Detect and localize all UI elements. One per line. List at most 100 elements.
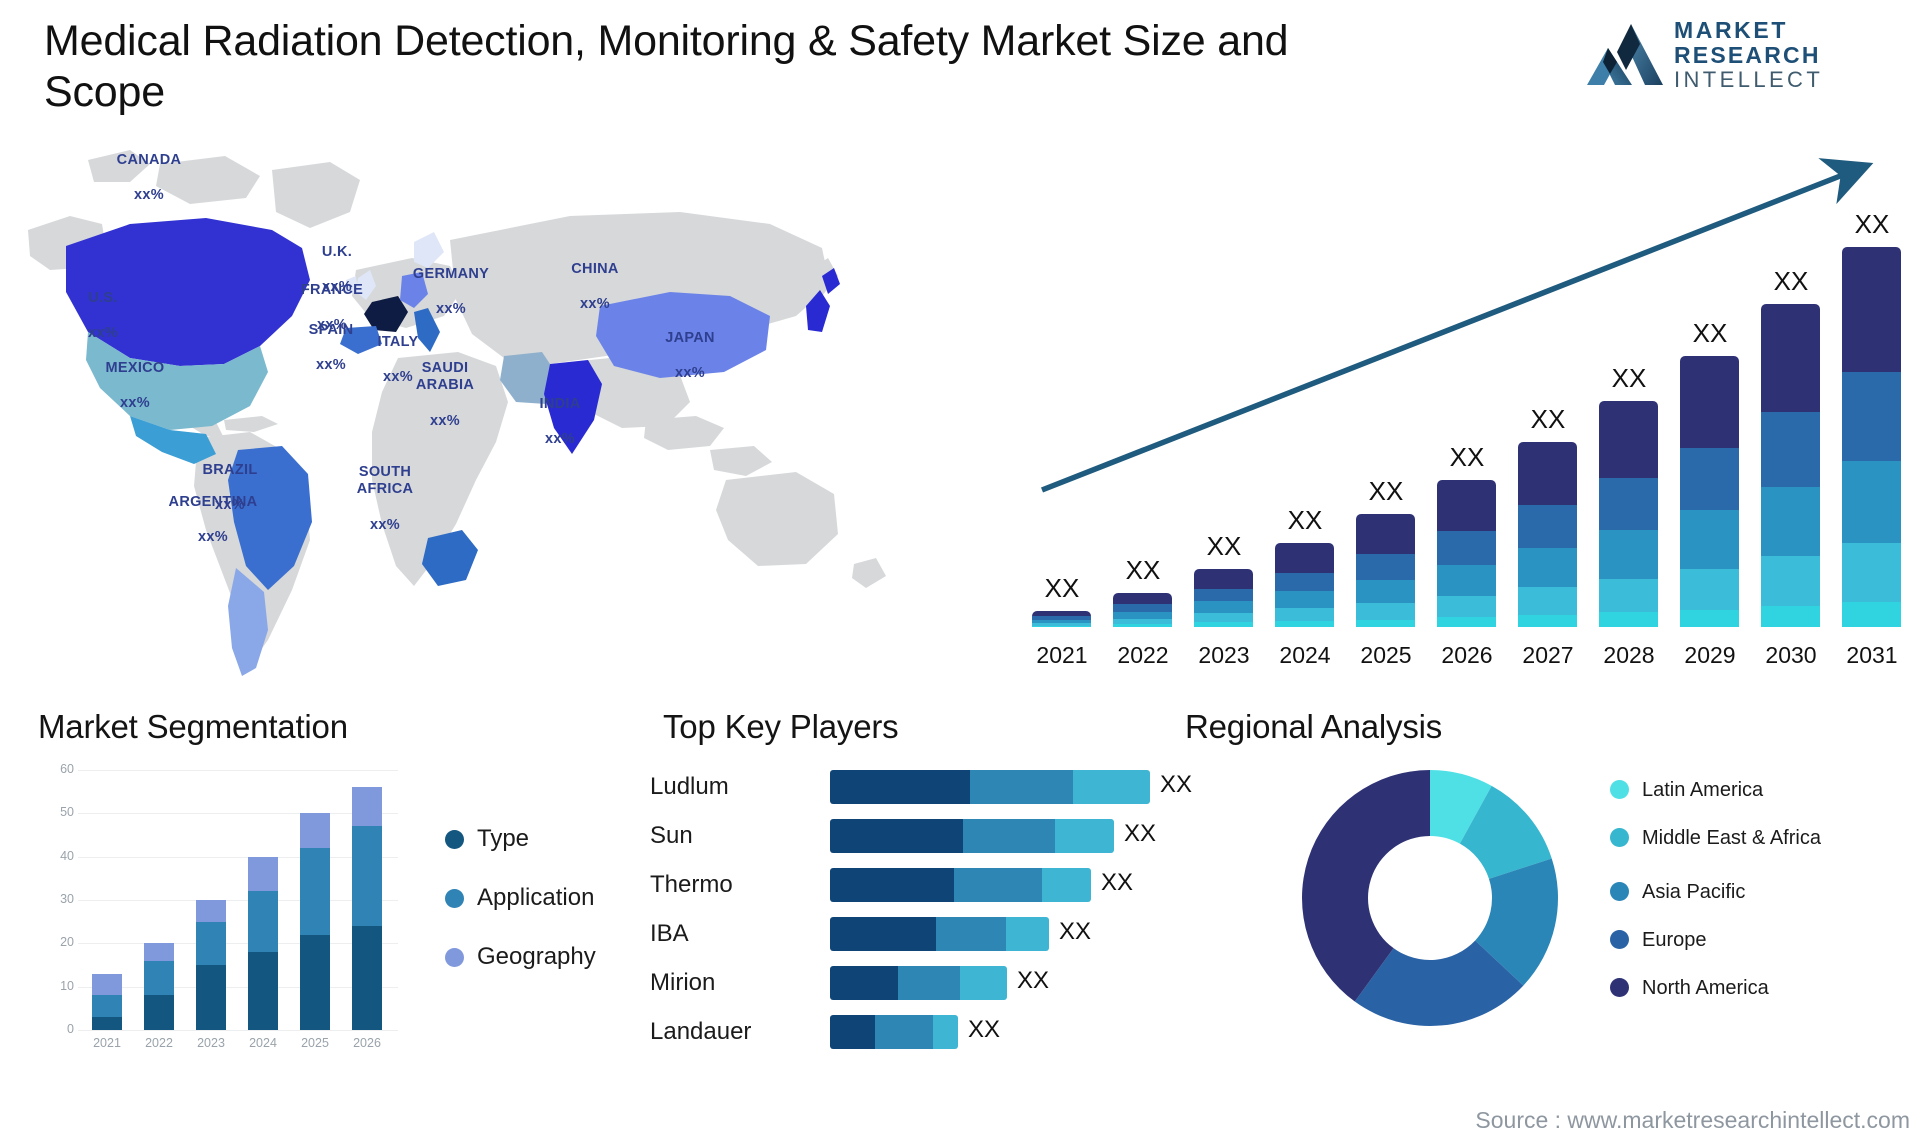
map-label-value: xx% [580,296,610,313]
map-label-value: xx% [120,395,150,412]
map-label-name: SAUDI ARABIA [415,359,475,394]
map-label-name: U.S. [88,289,118,306]
player-bar [830,868,1091,902]
forecast-bar-segment [1599,477,1658,531]
segmentation-gridline [78,943,398,945]
player-bar-segment [830,868,954,902]
forecast-bar-segment [1680,356,1739,448]
player-value-label: XX [1124,820,1157,847]
regional-legend: Latin America Middle East & Africa Asia Pa… [1610,778,1821,1024]
map-label-india: INDIA xx% [518,378,602,449]
segmentation-bar [352,787,382,1030]
forecast-bar-segment [1275,620,1334,627]
country-south-africa [422,530,478,586]
forecast-value-label: XX [1449,442,1485,472]
legend-label: Europe [1642,929,1707,951]
forecast-value-label: XX [1854,209,1890,239]
map-label-value: xx% [545,431,575,448]
forecast-year-label: 2029 [1684,642,1736,668]
segmentation-x-tick: 2021 [93,1036,121,1050]
forecast-bar-segment [1437,531,1496,565]
map-label-japan: JAPAN xx% [648,312,732,383]
segmentation-legend-item: Type [445,825,596,853]
forecast-bar-segment [1194,622,1253,627]
segmentation-bar-segment [92,995,122,1018]
forecast-bar-segment [1761,486,1820,557]
forecast-bar [1113,593,1172,627]
forecast-bar-segment [1275,543,1334,573]
forecast-bar-segment [1842,372,1901,461]
forecast-bar-segment [1761,556,1820,606]
segmentation-bar-segment [144,995,174,1030]
map-label-saudi-arabia: SAUDI ARABIA xx% [400,342,490,430]
forecast-bar-segment [1518,442,1577,506]
player-bar-segment [959,966,1007,1000]
forecast-bar-segment [1599,578,1658,613]
regional-donut-chart [1302,770,1558,1026]
map-label-us: U.S. xx% [58,272,148,343]
regional-legend-item: North America [1610,976,1821,1000]
segmentation-gridline [78,770,398,771]
forecast-bar [1275,543,1334,627]
forecast-bar [1518,442,1577,627]
segmentation-bar-segment [248,952,278,1030]
player-bar-segment [830,966,898,1000]
segmentation-bar [92,973,122,1030]
player-value-label: XX [1059,918,1092,945]
player-bar [830,770,1150,804]
segmentation-bar [196,900,226,1030]
source-note: Source : www.marketresearchintellect.com [1475,1107,1910,1133]
player-name: Ludlum [650,773,729,800]
segmentation-y-tick: 30 [60,892,74,906]
segmentation-x-tick: 2023 [197,1036,225,1050]
segmentation-bar-segment [352,926,382,1030]
forecast-year-label: 2031 [1846,642,1898,668]
forecast-year-label: 2026 [1441,642,1493,668]
forecast-bar-segment [1680,510,1739,569]
legend-label: Asia Pacific [1642,881,1746,903]
forecast-bar-segment [1275,591,1334,609]
legend-color-dot [1610,882,1629,901]
segmentation-y-tick: 50 [60,805,74,820]
world-map-panel: CANADA xx% U.S. xx% MEXICO xx% BRAZIL xx… [10,120,990,680]
forecast-bar-segment [1518,505,1577,548]
segmentation-gridline [78,856,398,858]
segmentation-bar [300,813,330,1030]
segmentation-y-tick: 40 [60,848,74,863]
map-label-name: CHINA [571,260,619,277]
segmentation-bar [144,943,174,1030]
forecast-bar-segment [1113,604,1172,612]
player-bar-segment [874,1015,934,1049]
forecast-value-label: XX [1044,573,1080,603]
forecast-bar-chart: XX 2021 XX 2022 XX 2023 XX 2024 XX 2025 XX 2026 XX 20… [1020,125,1920,685]
brand-logo: MARKET RESEARCH INTELLECT [1584,16,1884,94]
legend-label: Middle East & Africa [1642,827,1821,849]
market-segmentation-panel: Market Segmentation 0 10 20 30 40 50 60 2021 202… [30,700,650,1130]
legend-color-dot [445,947,464,967]
player-row: IBA XX [650,917,1170,951]
map-label-china: CHINA xx% [550,243,640,314]
legend-label: North America [1642,977,1769,999]
forecast-bar [1437,480,1496,627]
forecast-bar-segment [1356,603,1415,620]
forecast-value-label: XX [1773,266,1809,296]
forecast-value-label: XX [1692,318,1728,348]
forecast-year-label: 2021 [1036,642,1088,668]
map-label-value: xx% [370,516,400,533]
segmentation-legend-item: Geography [445,943,596,971]
player-bar-segment [1041,868,1091,902]
forecast-bar-segment [1356,514,1415,554]
player-bar-segment [969,770,1074,804]
segmentation-bar-segment [144,960,174,996]
map-label-value: xx% [316,357,346,374]
forecast-bar-segment [1194,613,1253,623]
map-label-name: CANADA [116,151,182,168]
map-label-value: xx% [88,325,118,342]
player-row: Sun XX [650,819,1170,853]
forecast-year-label: 2025 [1360,642,1412,668]
forecast-bar-segment [1113,593,1172,605]
logo-line-intellect: INTELLECT [1674,66,1824,92]
logo-line-research: RESEARCH [1674,41,1821,68]
segmentation-y-tick: 60 [60,762,74,776]
map-label-value: xx% [198,529,228,546]
